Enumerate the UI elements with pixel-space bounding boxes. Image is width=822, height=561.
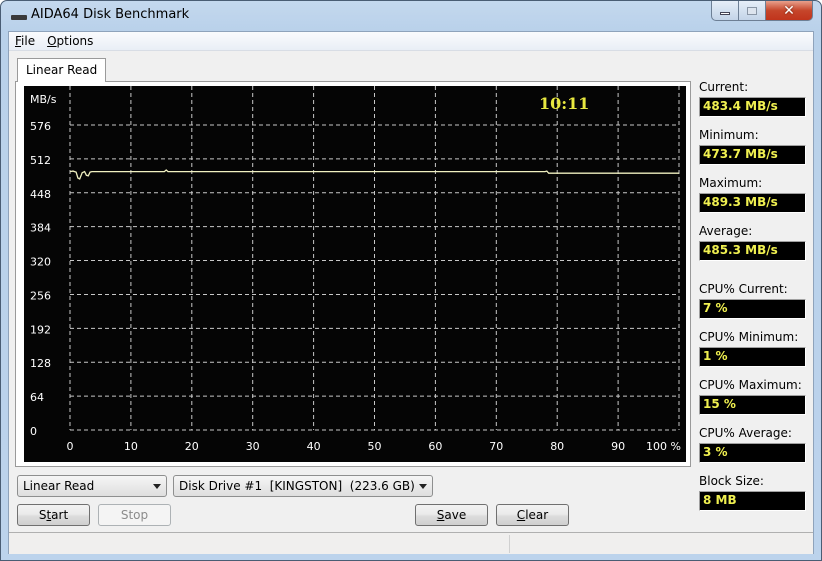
stat-maximum-label: Maximum: xyxy=(699,176,763,190)
x-tick-label: 20 xyxy=(185,440,199,453)
x-tick-label: 50 xyxy=(368,440,382,453)
stat-cpu-average-label: CPU% Average: xyxy=(699,426,792,440)
stat-maximum-value: 489.3 MB/s xyxy=(699,193,806,213)
y-tick-label: 192 xyxy=(30,323,51,336)
stat-cpu-current-label: CPU% Current: xyxy=(699,282,788,296)
test-type-select[interactable]: Linear Read xyxy=(17,475,167,497)
stat-current-label: Current: xyxy=(699,80,749,94)
y-axis-label: MB/s xyxy=(30,93,57,106)
x-tick-label: 0 xyxy=(67,440,74,453)
x-tick-label: 90 xyxy=(611,440,625,453)
drive-value: Disk Drive #1 [KINGSTON] (223.6 GB) xyxy=(179,479,415,493)
stat-minimum-label: Minimum: xyxy=(699,128,759,142)
save-label: ave xyxy=(444,508,467,522)
stat-cpu-minimum-label: CPU% Minimum: xyxy=(699,330,799,344)
maximize-icon xyxy=(747,6,757,15)
stat-current-value: 483.4 MB/s xyxy=(699,97,806,117)
y-tick-label: 128 xyxy=(30,357,51,370)
stats-panel: Current: 483.4 MB/s Minimum: 473.7 MB/s … xyxy=(699,32,809,532)
y-tick-label: 448 xyxy=(30,188,51,201)
tab-linear-read[interactable]: Linear Read xyxy=(17,58,107,82)
save-button[interactable]: Save xyxy=(415,504,488,526)
menu-options-accel: O xyxy=(47,34,57,48)
drive-select[interactable]: Disk Drive #1 [KINGSTON] (223.6 GB) xyxy=(173,475,433,497)
y-tick-label: 64 xyxy=(30,391,44,404)
x-tick-label: 40 xyxy=(307,440,321,453)
x-tick-label: 10 xyxy=(124,440,138,453)
close-button[interactable]: ✕ xyxy=(766,1,813,21)
chevron-down-icon xyxy=(419,484,427,489)
x-tick-label: 60 xyxy=(428,440,442,453)
x-tick-label: 80 xyxy=(550,440,564,453)
menu-options-label: ptions xyxy=(56,34,94,48)
caption-buttons: ✕ xyxy=(711,1,813,21)
stat-block-size-label: Block Size: xyxy=(699,474,764,488)
x-tick-label: 100 % xyxy=(646,440,681,453)
stat-cpu-average-value: 3 % xyxy=(699,443,806,463)
stat-minimum-value: 473.7 MB/s xyxy=(699,145,806,165)
clear-button[interactable]: Clear xyxy=(496,504,569,526)
stat-cpu-minimum-value: 1 % xyxy=(699,347,806,367)
y-tick-label: 256 xyxy=(30,289,51,302)
chevron-down-icon xyxy=(153,484,161,489)
stat-block-size-value: 8 MB xyxy=(699,491,806,511)
test-type-value: Linear Read xyxy=(23,479,95,493)
y-tick-label: 512 xyxy=(30,154,51,167)
chart-svg: 0 64 128 192 256 320 384 448 512 576 MB/s 0 10 20 30 40… xyxy=(30,86,681,453)
drive-icon xyxy=(11,15,27,20)
menu-file-label: ile xyxy=(21,34,36,48)
x-tick-label: 70 xyxy=(489,440,503,453)
client-area: File Options Linear Read 0 64 128 192 256 320… xyxy=(8,31,814,554)
menu-bar: File Options xyxy=(9,32,813,51)
status-bar xyxy=(9,532,813,554)
y-tick-label: 0 xyxy=(30,425,37,438)
minimize-button[interactable] xyxy=(711,1,739,21)
menu-options[interactable]: Options xyxy=(41,32,99,50)
y-tick-label: 576 xyxy=(30,120,51,133)
status-divider xyxy=(509,535,510,553)
stat-cpu-maximum-label: CPU% Maximum: xyxy=(699,378,802,392)
stat-cpu-maximum-value: 15 % xyxy=(699,395,806,415)
close-icon: ✕ xyxy=(783,2,795,19)
tab-panel: 0 64 128 192 256 320 384 448 512 576 MB/s 0 10 20 30 40… xyxy=(15,81,691,467)
benchmark-graph: 0 64 128 192 256 320 384 448 512 576 MB/s 0 10 20 30 40… xyxy=(24,86,686,462)
clear-label: lear xyxy=(525,508,549,522)
window-title: AIDA64 Disk Benchmark xyxy=(31,7,190,22)
clear-accel: C xyxy=(516,508,526,522)
elapsed-timer: 10:11 xyxy=(539,94,590,113)
title-bar[interactable]: AIDA64 Disk Benchmark ✕ xyxy=(1,1,821,31)
y-tick-label: 384 xyxy=(30,222,51,235)
y-tick-label: 320 xyxy=(30,256,51,269)
maximize-button[interactable] xyxy=(739,1,766,21)
stop-button[interactable]: Stop xyxy=(98,504,171,526)
minimize-icon xyxy=(720,12,730,15)
menu-file[interactable]: File xyxy=(9,32,41,50)
app-window: AIDA64 Disk Benchmark ✕ File Options Lin… xyxy=(0,0,822,561)
x-tick-label: 30 xyxy=(246,440,260,453)
stat-cpu-current-value: 7 % xyxy=(699,299,806,319)
stat-average-label: Average: xyxy=(699,224,753,238)
stat-average-value: 485.3 MB/s xyxy=(699,241,806,261)
start-label-b: art xyxy=(51,508,69,522)
start-button[interactable]: Start xyxy=(17,504,90,526)
